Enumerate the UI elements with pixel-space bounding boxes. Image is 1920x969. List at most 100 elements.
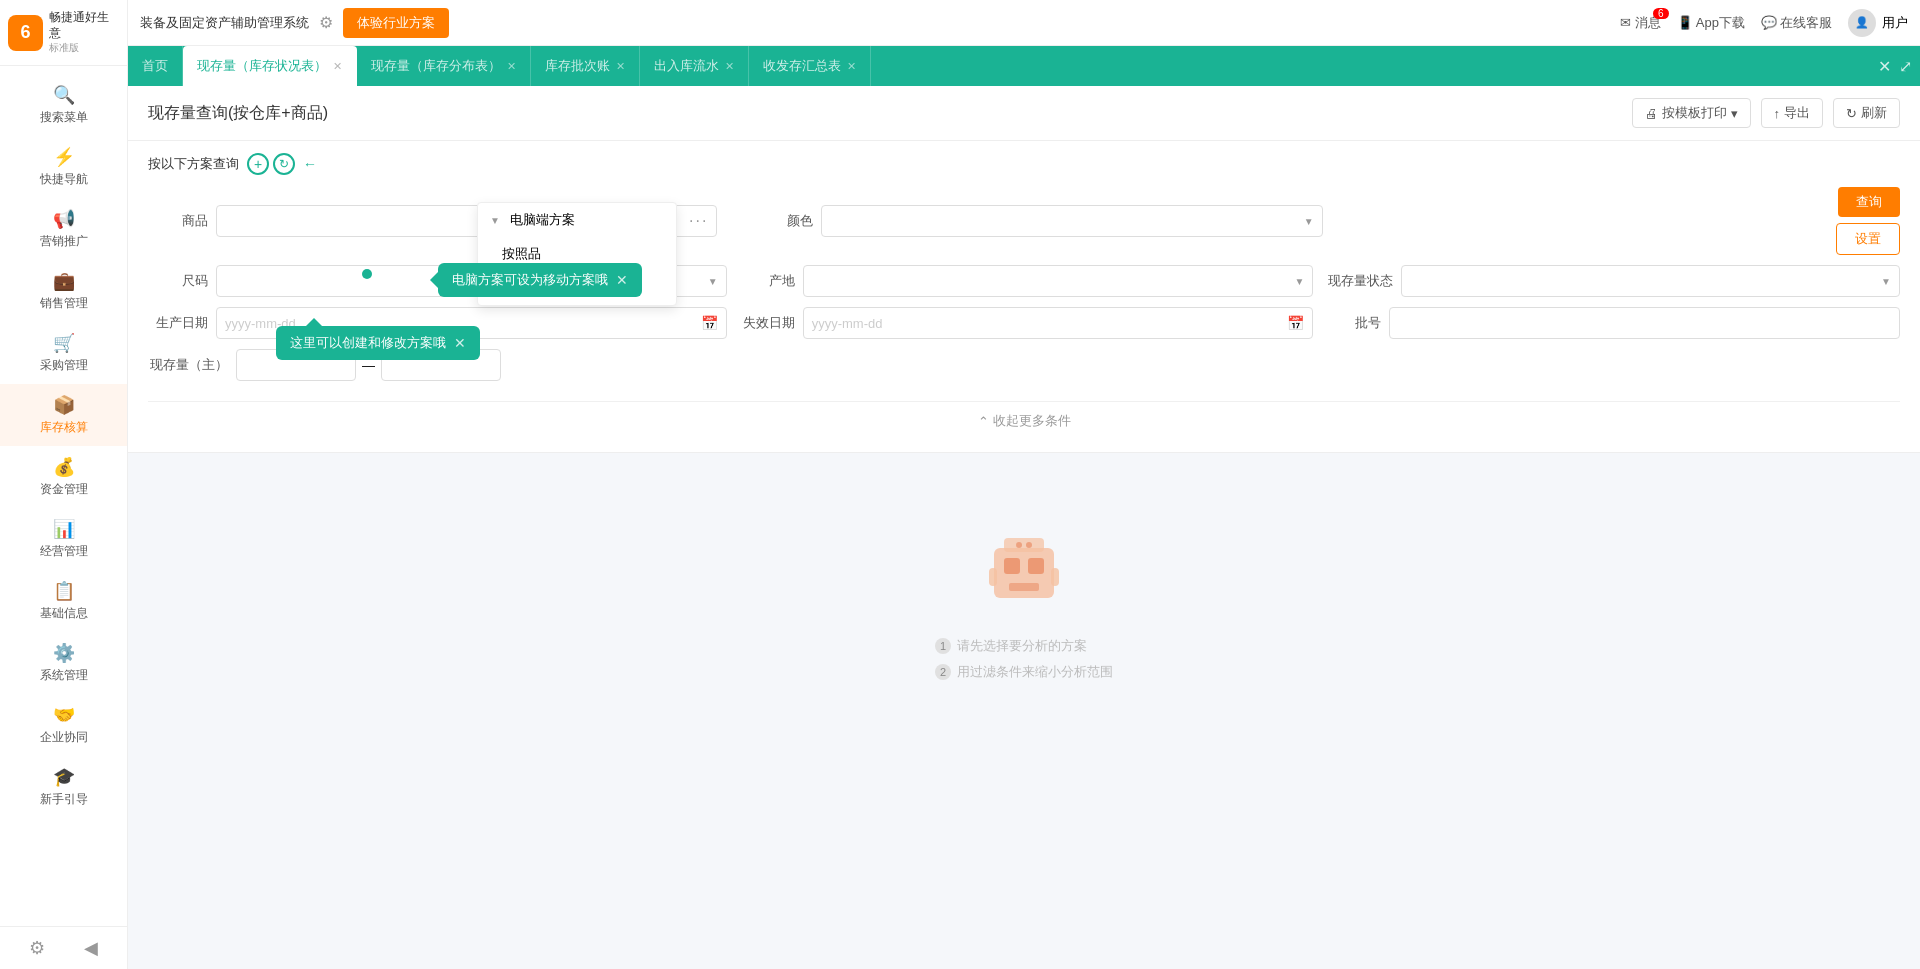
sidebar-item-basic[interactable]: 📋 基础信息 [0,570,127,632]
batch-input[interactable] [1389,307,1900,339]
color-select[interactable]: ▼ [821,205,1322,237]
tab-inout-flow[interactable]: 出入库流水 ✕ [640,46,749,86]
sidebar-item-finance[interactable]: 💰 资金管理 [0,446,127,508]
sidebar-item-sales[interactable]: 💼 销售管理 [0,260,127,322]
tab-inventory-status-close[interactable]: ✕ [333,60,342,73]
scheme-bygoods-label: 按照品 [502,245,541,263]
template-print-button[interactable]: 🖨 按模板打印 ▾ [1632,98,1751,128]
tooltip-tip1-close[interactable]: ✕ [616,272,628,288]
goods-dots-icon[interactable]: ··· [689,212,708,230]
filter-actions: + ↻ ← [247,153,321,175]
tabs-bar: 首页 现存量（库存状况表） ✕ 现存量（库存分布表） ✕ 库存批次账 ✕ 出入库… [128,46,1920,86]
add-scheme-button[interactable]: + [247,153,269,175]
sidebar-item-management-label: 经营管理 [40,543,88,560]
tab-home-label: 首页 [142,57,168,75]
system-icon: ⚙️ [53,642,75,664]
expire-date-placeholder: yyyy-mm-dd [812,316,883,331]
filter-field-batch: 批号 [1321,307,1900,339]
fullscreen-icon[interactable]: ⤢ [1899,57,1912,76]
tab-collect-summary[interactable]: 收发存汇总表 ✕ [749,46,871,86]
refresh-scheme-button[interactable]: ↻ [273,153,295,175]
search-button[interactable]: 查询 [1838,187,1900,217]
filter-label: 按以下方案查询 [148,155,239,173]
header-left: 装备及固定资产辅助管理系统 ⚙ 体验行业方案 [140,8,449,38]
sidebar-item-management[interactable]: 📊 经营管理 [0,508,127,570]
user-menu[interactable]: 👤 用户 [1848,9,1908,37]
app-logo-icon: 6 [8,15,43,51]
sidebar-item-purchase[interactable]: 🛒 采购管理 [0,322,127,384]
message-icon: ✉ [1620,15,1631,30]
more-conditions-button[interactable]: ⌃ 收起更多条件 [148,401,1900,440]
tab-collect-summary-close[interactable]: ✕ [847,60,856,73]
sidebar-item-guide[interactable]: 🎓 新手引导 [0,756,127,818]
sidebar-item-system[interactable]: ⚙️ 系统管理 [0,632,127,694]
empty-state: 1 请先选择要分析的方案 2 用过滤条件来缩小分析范围 [128,453,1920,745]
expand-arrow-icon: ▼ [490,215,500,226]
tab-batch-close[interactable]: ✕ [616,60,625,73]
refresh-button[interactable]: ↻ 刷新 [1833,98,1900,128]
tooltip-tip2-text: 这里可以创建和修改方案哦 [290,334,446,352]
origin-select[interactable]: ▼ [803,265,1314,297]
print-icon: 🖨 [1645,106,1658,121]
user-name: 用户 [1882,14,1908,32]
purchase-icon: 🛒 [53,332,75,354]
sidebar-item-purchase-label: 采购管理 [40,357,88,374]
set-button[interactable]: 设置 [1836,223,1900,255]
svg-rect-3 [1009,583,1039,591]
scheme-desktop-label: 电脑端方案 [510,211,575,229]
tab-inventory-status[interactable]: 现存量（库存状况表） ✕ [183,46,357,86]
empty-tip-2-text: 用过滤条件来缩小分析范围 [957,659,1113,685]
sidebar-item-marketing[interactable]: 📢 营销推广 [0,198,127,260]
sales-icon: 💼 [53,270,75,292]
tab-inout-flow-close[interactable]: ✕ [725,60,734,73]
calendar-icon: 📅 [701,315,718,331]
tab-collect-summary-label: 收发存汇总表 [763,57,841,75]
sidebar-item-sales-label: 销售管理 [40,295,88,312]
message-button[interactable]: ✉ 消息 6 [1620,14,1661,32]
sidebar-item-inventory[interactable]: 📦 库存核算 [0,384,127,446]
app-download-button[interactable]: 📱 App下载 [1677,14,1745,32]
expire-date-label: 失效日期 [735,314,795,332]
marketing-icon: 📢 [53,208,75,230]
sidebar-item-corp-label: 企业协同 [40,729,88,746]
sidebar-item-quicknav[interactable]: ⚡ 快捷导航 [0,136,127,198]
app-name: 畅捷通好生意 [49,10,119,41]
search-buttons: 查询 设置 [1331,187,1900,255]
tooltip-tip2-close[interactable]: ✕ [454,335,466,351]
size-select-arrow-icon: ▼ [708,276,718,287]
svg-rect-4 [989,568,997,586]
size-label: 尺码 [148,272,208,290]
batch-label: 批号 [1321,314,1381,332]
close-all-tabs-icon[interactable]: ✕ [1878,57,1891,76]
sidebar-item-guide-label: 新手引导 [40,791,88,808]
tab-inventory-status-label: 现存量（库存状况表） [197,57,327,75]
sidebar-item-search-label: 搜索菜单 [40,109,88,126]
sidebar-item-corp[interactable]: 🤝 企业协同 [0,694,127,756]
origin-label: 产地 [735,272,795,290]
sidebar-item-search[interactable]: 🔍 搜索菜单 [0,74,127,136]
settings-icon[interactable]: ⚙ [319,13,333,32]
export-button[interactable]: ↑ 导出 [1761,98,1824,128]
industry-solution-button[interactable]: 体验行业方案 [343,8,449,38]
tab-inventory-dist[interactable]: 现存量（库存分布表） ✕ [357,46,531,86]
sidebar: 6 畅捷通好生意 标准版 🔍 搜索菜单 ⚡ 快捷导航 📢 营销推广 💼 销售管理… [0,0,128,969]
tab-batch[interactable]: 库存批次账 ✕ [531,46,640,86]
back-scheme-button[interactable]: ← [299,153,321,175]
main-content: 现存量查询(按仓库+商品) 🖨 按模板打印 ▾ ↑ 导出 ↻ 刷新 按以下方案查… [128,86,1920,969]
expire-calendar-icon: 📅 [1287,315,1304,331]
sidebar-item-basic-label: 基础信息 [40,605,88,622]
filter-field-origin: 产地 ▼ [735,265,1314,297]
svg-rect-2 [1028,558,1044,574]
goods-label: 商品 [148,212,208,230]
expire-date-input[interactable]: yyyy-mm-dd 📅 [803,307,1314,339]
tab-inventory-dist-close[interactable]: ✕ [507,60,516,73]
tab-home[interactable]: 首页 [128,46,183,86]
color-select-arrow-icon: ▼ [1304,216,1314,227]
collapse-sidebar-icon[interactable]: ◀ [84,937,98,959]
scheme-item-desktop[interactable]: ▼ 电脑端方案 [478,203,676,237]
online-service-button[interactable]: 💬 在线客服 [1761,14,1832,32]
inv-status-select[interactable]: ▼ [1401,265,1900,297]
settings-bottom-icon[interactable]: ⚙ [29,937,45,959]
stock-main-label: 现存量（主） [148,356,228,374]
sidebar-item-finance-label: 资金管理 [40,481,88,498]
